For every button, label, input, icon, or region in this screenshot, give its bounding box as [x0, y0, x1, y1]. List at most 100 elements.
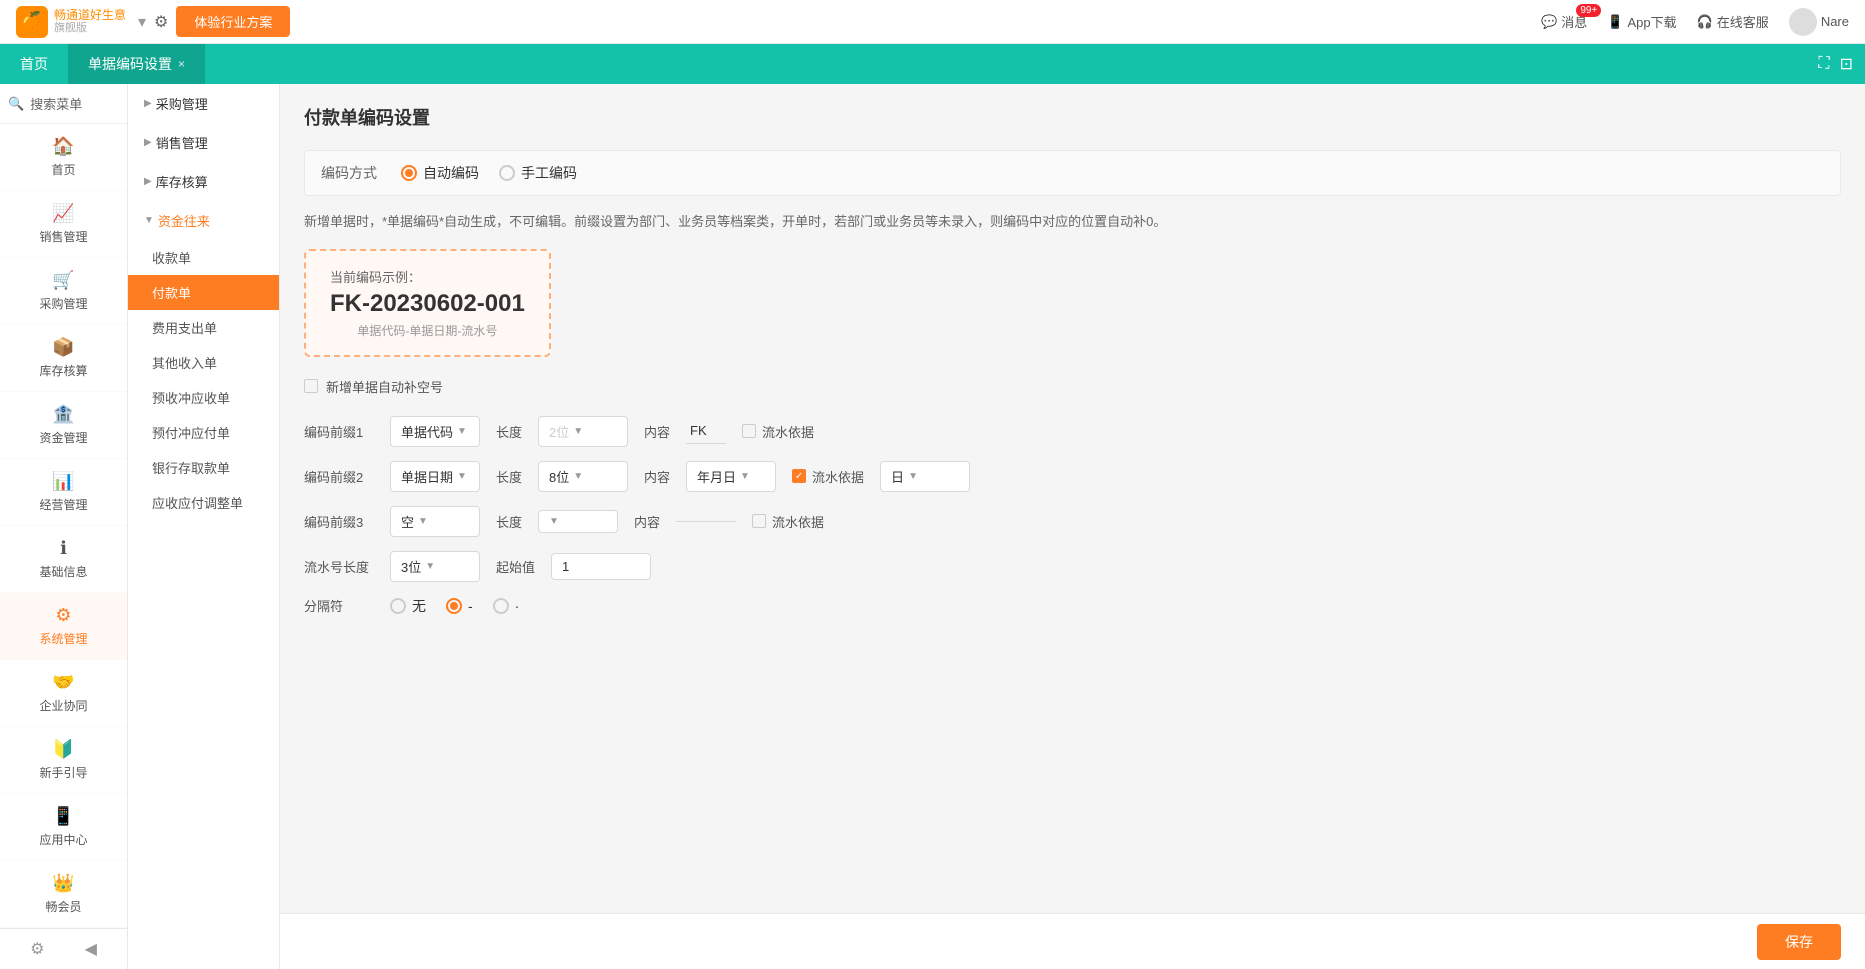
sec-item-expense[interactable]: 费用支出单: [128, 310, 279, 345]
tab-bar-right: ⛶ ⊡: [1818, 44, 1865, 84]
main-layout: 🔍 搜索菜单 🏠 首页 📈 销售管理 🛒 采购管理 📦 库存核算 🏦 资金管理 …: [0, 84, 1865, 969]
prefix2-content-value: 年月日: [697, 467, 736, 486]
radio-manual-icon: [499, 165, 515, 181]
sec-item-payable-adjust[interactable]: 应收应付调整单: [128, 485, 279, 520]
serial-length-label: 流水号长度: [304, 557, 374, 576]
sidebar-item-home[interactable]: 🏠 首页: [0, 124, 127, 191]
sec-item-other-income[interactable]: 其他收入单: [128, 345, 279, 380]
tab-close-icon[interactable]: ×: [178, 57, 185, 71]
sec-group-inventory[interactable]: ▶ 库存核算: [128, 162, 279, 201]
auto-fill-checkbox[interactable]: [304, 379, 318, 393]
prefix3-serial[interactable]: 流水依据: [752, 512, 824, 531]
sidebar-item-finance[interactable]: 🏦 资金管理: [0, 392, 127, 459]
prefix3-label: 编码前缀3: [304, 512, 374, 531]
settings-icon[interactable]: ⚙: [154, 12, 168, 32]
serial-length-select[interactable]: 3位 ▼: [390, 551, 480, 582]
prefix2-content-select[interactable]: 年月日 ▼: [686, 461, 776, 492]
sec-group-sales[interactable]: ▶ 销售管理: [128, 123, 279, 162]
separator-dot[interactable]: ·: [493, 598, 520, 614]
sidebar-item-finance-label: 资金管理: [39, 429, 87, 446]
bottom-bar: 保存: [280, 913, 1865, 969]
trial-button[interactable]: 体验行业方案: [176, 6, 290, 37]
start-value-label: 起始值: [496, 557, 535, 576]
avatar: [1789, 8, 1817, 36]
sidebar-item-inventory[interactable]: 📦 库存核算: [0, 325, 127, 392]
app-download-icon: 📱: [1607, 14, 1623, 30]
app-download-button[interactable]: 📱 App下载: [1607, 12, 1676, 31]
prefix2-select[interactable]: 单据日期 ▼: [390, 461, 480, 492]
sec-item-payment[interactable]: 付款单: [128, 275, 279, 310]
prefix2-length-value: 8位: [549, 467, 569, 486]
prefix2-serial[interactable]: ✓ 流水依据: [792, 467, 864, 486]
tab-home[interactable]: 首页: [0, 44, 68, 84]
prefix1-serial-checkbox[interactable]: [742, 424, 756, 438]
prefix3-content-label: 内容: [634, 512, 660, 531]
radio-manual-encode[interactable]: 手工编码: [499, 163, 577, 183]
sec-group-purchase[interactable]: ▶ 采购管理: [128, 84, 279, 123]
encode-method-section: 编码方式 自动编码 手工编码: [304, 150, 1841, 196]
prefix1-length-select[interactable]: 2位 ▼: [538, 416, 628, 447]
prefix1-label: 编码前缀1: [304, 422, 374, 441]
start-value-input[interactable]: [551, 553, 651, 580]
sec-item-prepaid-payable[interactable]: 预付冲应付单: [128, 415, 279, 450]
prefix2-granularity-select[interactable]: 日 ▼: [880, 461, 970, 492]
logo-text: 畅通道好生意 旗舰版: [54, 8, 126, 36]
sec-item-bank-deposit[interactable]: 银行存取款单: [128, 450, 279, 485]
sidebar-item-system[interactable]: ⚙ 系统管理: [0, 593, 127, 660]
radio-auto-icon: [401, 165, 417, 181]
message-button[interactable]: 💬 消息 99+: [1541, 12, 1587, 31]
online-service-button[interactable]: 🎧 在线客服: [1697, 12, 1769, 31]
serial-length-value: 3位: [401, 557, 421, 576]
prefix2-label: 编码前缀2: [304, 467, 374, 486]
purchase-icon: 🛒: [52, 270, 74, 291]
radio-auto-encode[interactable]: 自动编码: [401, 163, 479, 183]
sec-item-receipt[interactable]: 收款单: [128, 240, 279, 275]
sidebar-item-purchase[interactable]: 🛒 采购管理: [0, 258, 127, 325]
prefix3-serial-checkbox[interactable]: [752, 514, 766, 528]
sec-group-capital-title[interactable]: ▼ 资金往来: [128, 201, 279, 240]
sidebar-item-operations-label: 经营管理: [39, 496, 87, 513]
separator-dot-radio: [493, 598, 509, 614]
sidebar-settings-icon[interactable]: ⚙: [30, 939, 44, 959]
prefix3-serial-label: 流水依据: [772, 512, 824, 531]
example-sublabel: 单据代码-单据日期-流水号: [330, 322, 525, 339]
separator-none[interactable]: 无: [390, 596, 426, 616]
tab-fullscreen-icon[interactable]: ⊡: [1840, 54, 1853, 74]
prefix1-length-label: 长度: [496, 422, 522, 441]
prefix2-length-caret: ▼: [573, 471, 583, 482]
sec-group-capital-arrow: ▼: [144, 215, 154, 226]
sidebar-collapse-icon[interactable]: ◀: [85, 939, 97, 959]
sidebar-item-operations[interactable]: 📊 经营管理: [0, 459, 127, 526]
prefix1-select[interactable]: 单据代码 ▼: [390, 416, 480, 447]
content-main: 付款单编码设置 编码方式 自动编码 手工编码 新增单据时，*单据编码*自动生成，…: [280, 84, 1865, 913]
sidebar-item-inventory-label: 库存核算: [39, 362, 87, 379]
sidebar-item-sales[interactable]: 📈 销售管理: [0, 191, 127, 258]
prefix2-content-label: 内容: [644, 467, 670, 486]
sidebar-item-basic[interactable]: ℹ 基础信息: [0, 526, 127, 593]
prefix3-value: 空: [401, 512, 414, 531]
separator-dash[interactable]: -: [446, 598, 473, 614]
search-menu[interactable]: 🔍 搜索菜单: [0, 84, 127, 124]
user-profile[interactable]: Nare: [1789, 8, 1849, 36]
tab-serial-settings[interactable]: 单据编码设置 ×: [68, 44, 205, 84]
prefix2-serial-checkbox[interactable]: ✓: [792, 469, 806, 483]
save-button[interactable]: 保存: [1757, 924, 1841, 960]
tab-expand-icon[interactable]: ⛶: [1818, 55, 1829, 73]
sec-item-prepaid-receivable[interactable]: 预收冲应收单: [128, 380, 279, 415]
radio-group-encode: 自动编码 手工编码: [401, 163, 577, 183]
sidebar-item-apps[interactable]: 📱 应用中心: [0, 794, 127, 861]
separator-none-label: 无: [412, 596, 426, 616]
prefix1-content-label: 内容: [644, 422, 670, 441]
prefix3-length-select[interactable]: ▼: [538, 510, 618, 533]
nav-dropdown[interactable]: ▾: [138, 12, 146, 32]
prefix3-select[interactable]: 空 ▼: [390, 506, 480, 537]
example-label: 当前编码示例：: [330, 267, 525, 286]
sidebar-item-guide[interactable]: 🔰 新手引导: [0, 727, 127, 794]
encode-method-label: 编码方式: [321, 163, 377, 183]
sidebar-item-member[interactable]: 👑 畅会员: [0, 861, 127, 928]
prefix2-length-select[interactable]: 8位 ▼: [538, 461, 628, 492]
prefix1-serial[interactable]: 流水依据: [742, 422, 814, 441]
sec-group-inventory-label: 库存核算: [156, 172, 208, 191]
top-bar-nav: ▾ ⚙ 体验行业方案: [138, 6, 290, 37]
sidebar-item-enterprise[interactable]: 🤝 企业协同: [0, 660, 127, 727]
